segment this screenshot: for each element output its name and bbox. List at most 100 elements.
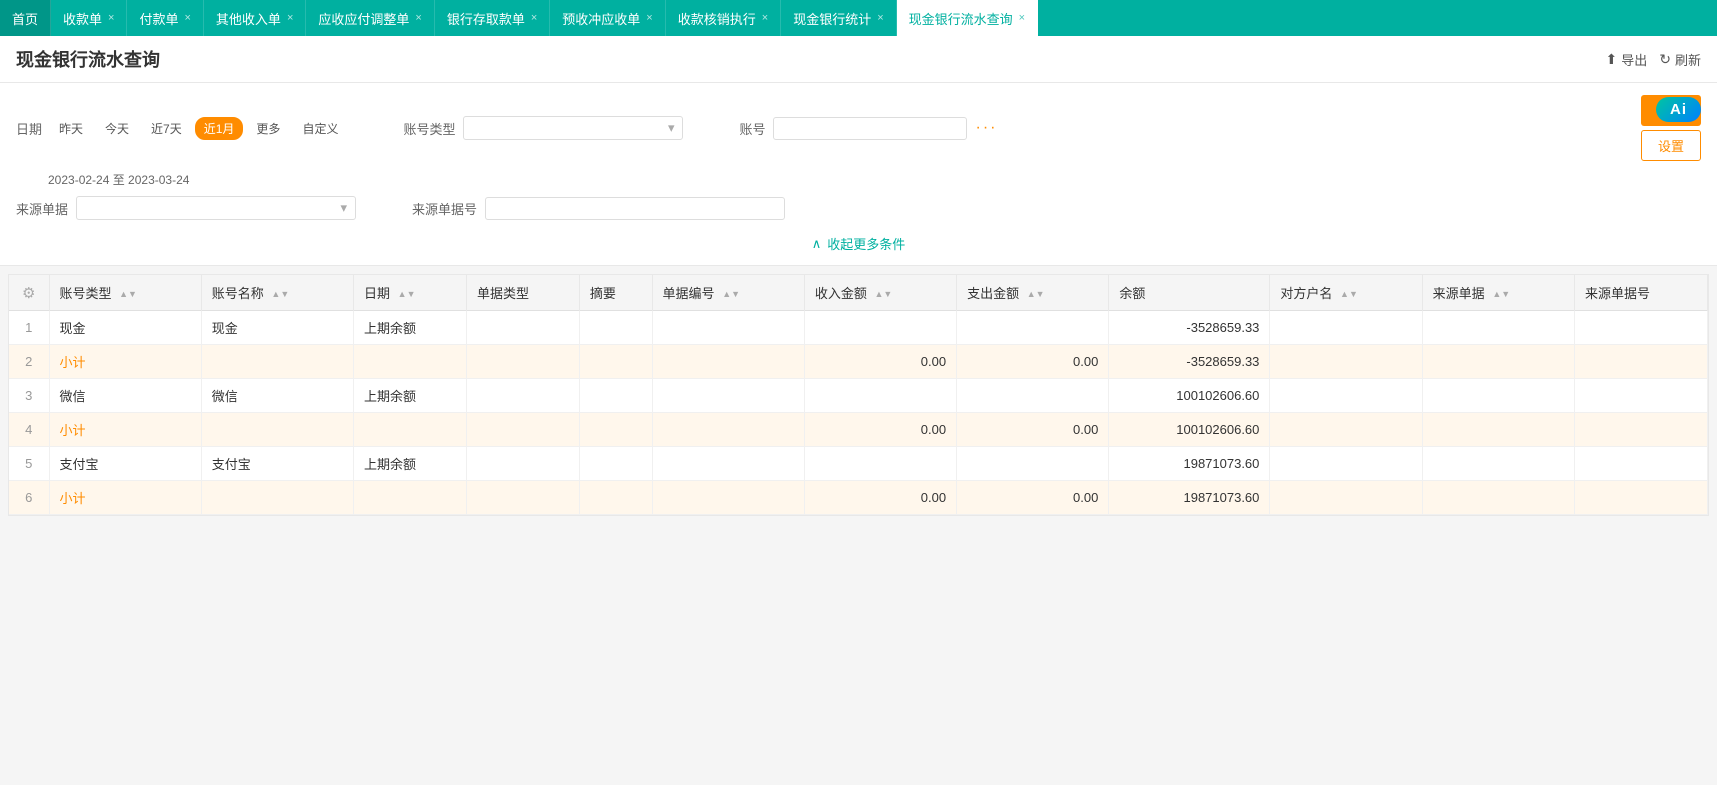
nav-tab-3[interactable]: 应收应付调整单 × [306, 0, 434, 36]
close-icon[interactable]: × [877, 12, 883, 24]
table-row: 1 现金 现金 上期余额 -3528659.33 [9, 311, 1708, 345]
cell-doc-type [466, 345, 579, 379]
date-btn-more[interactable]: 更多 [247, 117, 289, 140]
cell-balance: -3528659.33 [1109, 311, 1270, 345]
cell-counterpart [1270, 345, 1422, 379]
cell-source-doc [1422, 447, 1574, 481]
date-btn-7days[interactable]: 近7天 [142, 117, 191, 140]
settings-button[interactable]: 设置 [1641, 130, 1701, 161]
cell-summary [579, 345, 652, 379]
more-icon[interactable]: ··· [975, 119, 997, 137]
nav-tab-7[interactable]: 现金银行统计 × [781, 0, 896, 36]
cell-doc-num [652, 311, 804, 345]
gear-column[interactable]: ⚙ [9, 275, 49, 311]
close-icon[interactable]: × [646, 12, 652, 24]
col-account-name[interactable]: 账号名称 ▲▼ [201, 275, 353, 311]
nav-tab-4[interactable]: 银行存取款单 × [435, 0, 550, 36]
close-icon[interactable]: × [287, 12, 293, 24]
nav-tab-5[interactable]: 预收冲应收单 × [550, 0, 665, 36]
collapse-up-icon: ∧ [812, 236, 822, 252]
cell-date [354, 481, 467, 515]
source-doc-num-label: 来源单据号 [412, 199, 477, 218]
cell-account-type: 微信 [49, 379, 201, 413]
nav-tab-1[interactable]: 付款单 × [127, 0, 203, 36]
close-icon[interactable]: × [762, 12, 768, 24]
source-doc-select[interactable]: ▾ [76, 196, 356, 220]
date-btn-today[interactable]: 今天 [96, 117, 138, 140]
col-account-type[interactable]: 账号类型 ▲▼ [49, 275, 201, 311]
cell-source-doc-num [1574, 481, 1707, 515]
date-btn-yesterday[interactable]: 昨天 [50, 117, 92, 140]
cell-source-doc [1422, 311, 1574, 345]
close-icon[interactable]: × [1019, 12, 1025, 24]
cell-expense: 0.00 [957, 345, 1109, 379]
account-filter-group: 账号 ··· [739, 117, 997, 140]
col-doc-num[interactable]: 单据编号 ▲▼ [652, 275, 804, 311]
cell-summary [579, 481, 652, 515]
cell-source-doc-num [1574, 311, 1707, 345]
sort-icon: ▲▼ [1340, 290, 1358, 299]
cell-date: 上期余额 [354, 379, 467, 413]
source-doc-num-input[interactable] [485, 197, 785, 220]
close-icon[interactable]: × [184, 12, 190, 24]
cell-account-name: 微信 [201, 379, 353, 413]
nav-tab-2[interactable]: 其他收入单 × [204, 0, 306, 36]
sort-icon: ▲▼ [1492, 290, 1510, 299]
cell-expense [957, 447, 1109, 481]
table-row: 6 小计 0.00 0.00 19871073.60 [9, 481, 1708, 515]
cell-date [354, 413, 467, 447]
table-area: ⚙ 账号类型 ▲▼ 账号名称 ▲▼ 日期 ▲▼ 单据类型 摘要 [8, 274, 1709, 516]
account-type-label: 账号类型 [403, 119, 455, 138]
table-row: 5 支付宝 支付宝 上期余额 19871073.60 [9, 447, 1708, 481]
col-date[interactable]: 日期 ▲▼ [354, 275, 467, 311]
cell-balance: 100102606.60 [1109, 413, 1270, 447]
sort-icon: ▲▼ [398, 290, 416, 299]
cell-income [804, 311, 956, 345]
refresh-icon: ↻ [1659, 51, 1671, 68]
cell-expense: 0.00 [957, 481, 1109, 515]
refresh-button[interactable]: ↻ 刷新 [1659, 50, 1701, 69]
cell-account-type: 现金 [49, 311, 201, 345]
cell-date [354, 345, 467, 379]
cell-counterpart [1270, 311, 1422, 345]
date-btn-1month[interactable]: 近1月 [195, 117, 244, 140]
col-expense[interactable]: 支出金额 ▲▼ [957, 275, 1109, 311]
sort-icon: ▲▼ [874, 290, 892, 299]
export-button[interactable]: ⬆ 导出 [1606, 50, 1648, 69]
close-icon[interactable]: × [108, 12, 114, 24]
top-nav: 首页 收款单 × 付款单 × 其他收入单 × 应收应付调整单 × 银行存取款单 … [0, 0, 1717, 36]
account-type-select[interactable]: ▾ [463, 116, 683, 140]
source-doc-label: 来源单据 [16, 199, 68, 218]
cell-account-name: 支付宝 [201, 447, 353, 481]
cell-doc-type [466, 379, 579, 413]
date-btn-custom[interactable]: 自定义 [293, 117, 347, 140]
cell-source-doc [1422, 481, 1574, 515]
nav-tab-0[interactable]: 收款单 × [51, 0, 127, 36]
nav-tab-6[interactable]: 收款核销执行 × [666, 0, 781, 36]
collapse-bar[interactable]: ∧ 收起更多条件 [16, 230, 1701, 253]
cell-doc-type [466, 311, 579, 345]
col-income[interactable]: 收入金额 ▲▼ [804, 275, 956, 311]
row-num: 6 [9, 481, 49, 515]
row-num: 1 [9, 311, 49, 345]
close-icon[interactable]: × [531, 12, 537, 24]
cell-account-name [201, 413, 353, 447]
table-header-row: ⚙ 账号类型 ▲▼ 账号名称 ▲▼ 日期 ▲▼ 单据类型 摘要 [9, 275, 1708, 311]
close-icon[interactable]: × [415, 12, 421, 24]
nav-home[interactable]: 首页 [0, 0, 51, 36]
cell-summary [579, 413, 652, 447]
row-num: 2 [9, 345, 49, 379]
cell-source-doc-num [1574, 413, 1707, 447]
cell-summary [579, 311, 652, 345]
table-row: 2 小计 0.00 0.00 -3528659.33 [9, 345, 1708, 379]
filter-row-1: 日期 昨天 今天 近7天 近1月 更多 自定义 账号类型 ▾ 账号 ··· [16, 95, 1701, 161]
date-range-display: 2023-02-24 至 2023-03-24 [16, 171, 1701, 188]
col-counterpart[interactable]: 对方户名 ▲▼ [1270, 275, 1422, 311]
data-table: ⚙ 账号类型 ▲▼ 账号名称 ▲▼ 日期 ▲▼ 单据类型 摘要 [9, 275, 1708, 515]
col-source-doc[interactable]: 来源单据 ▲▼ [1422, 275, 1574, 311]
account-input[interactable] [773, 117, 967, 140]
nav-tab-8[interactable]: 现金银行流水查询 × [897, 0, 1038, 36]
cell-doc-num [652, 379, 804, 413]
cell-doc-num [652, 413, 804, 447]
ai-badge[interactable]: Ai [1656, 97, 1701, 122]
